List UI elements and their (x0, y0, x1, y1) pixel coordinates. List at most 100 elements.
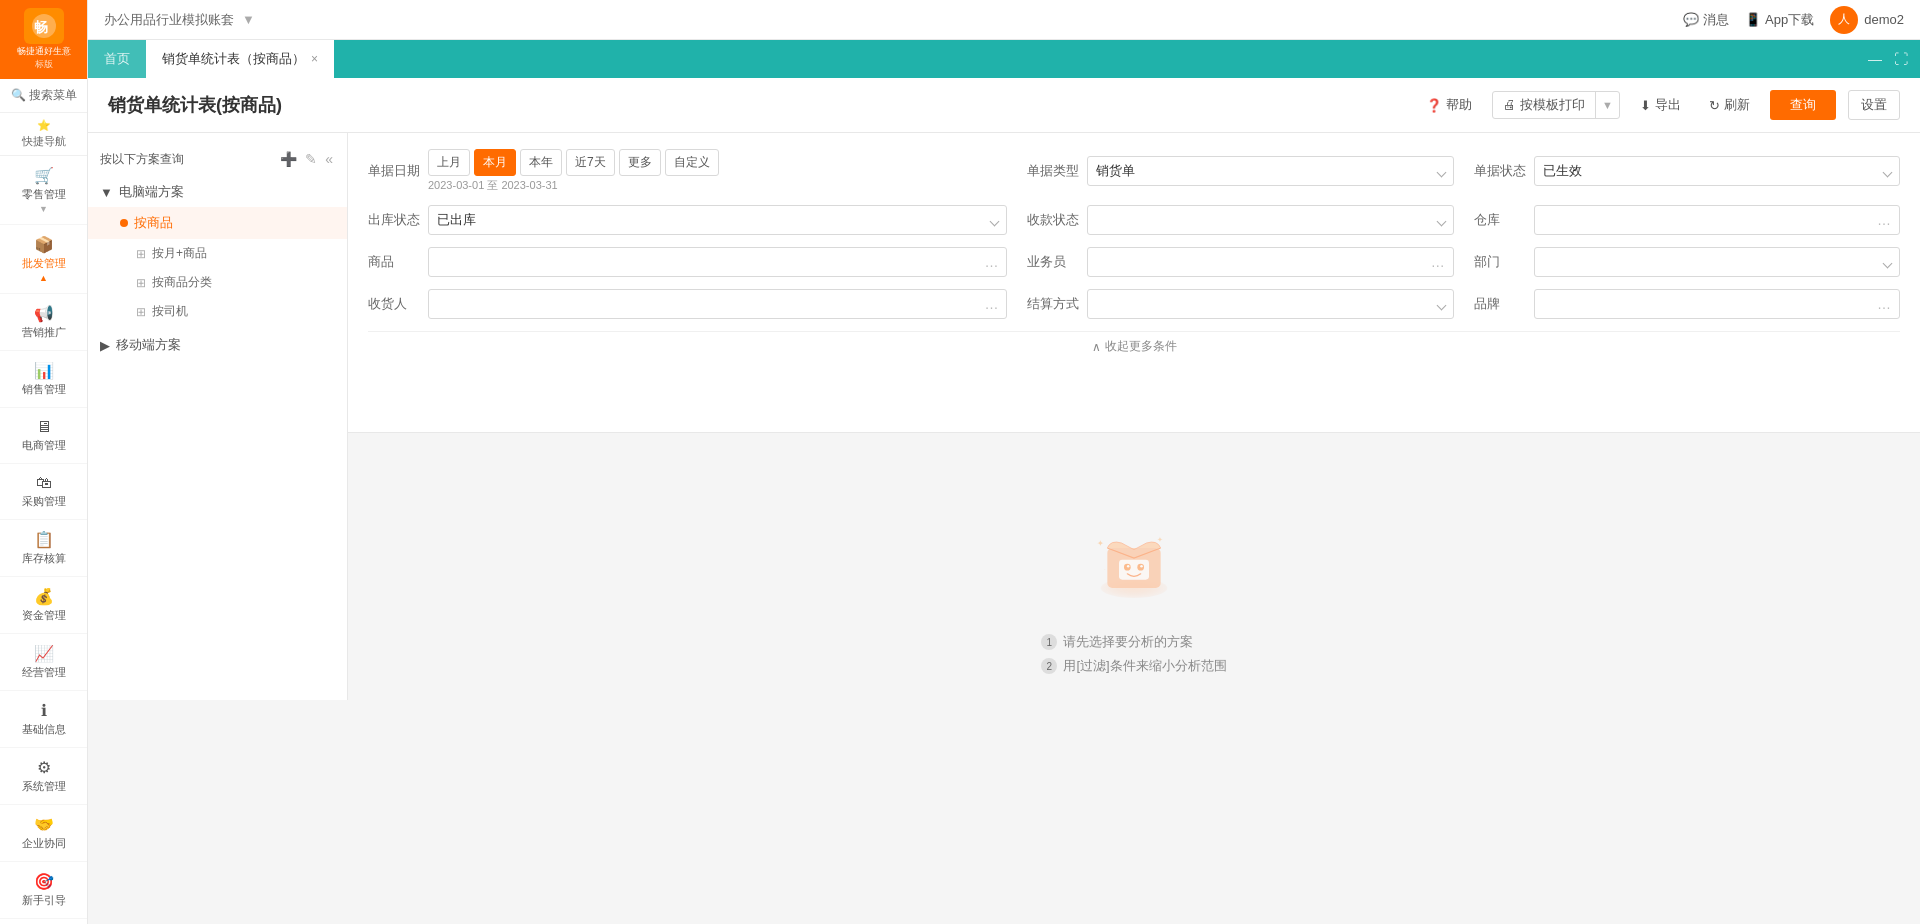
grid-icon-2: ⊞ (136, 276, 146, 290)
consignee-field: 收货人 … (368, 289, 1007, 319)
collapse-up-icon: ∧ (1092, 340, 1101, 354)
sales-label: 销售管理 (22, 382, 66, 397)
sidebar-item-wholesale[interactable]: 📦 批发管理 ▲ (0, 225, 87, 294)
date-last-month-btn[interactable]: 上月 (428, 149, 470, 176)
sidebar-item-marketing[interactable]: 📢 营销推广 (0, 294, 87, 351)
out-status-arrow (985, 213, 998, 228)
consignee-input[interactable]: … (428, 289, 1007, 319)
collapse-label: 收起更多条件 (1105, 338, 1177, 355)
doc-status-select[interactable]: 已生效 (1534, 156, 1900, 186)
active-tab-label: 销货单统计表（按商品） (162, 50, 305, 68)
brand-input[interactable]: … (1534, 289, 1900, 319)
scheme-item-by-goods[interactable]: 按商品 (88, 207, 347, 239)
sidebar-item-enterprise[interactable]: 🤝 企业协同 (0, 805, 87, 862)
basic-info-label: 基础信息 (22, 722, 66, 737)
svg-text:✦: ✦ (1097, 538, 1104, 548)
guide-label: 新手引导 (22, 893, 66, 908)
consignee-label: 收货人 (368, 295, 420, 313)
sidebar-item-inventory[interactable]: 📋 库存核算 (0, 520, 87, 577)
tab-active[interactable]: 销货单统计表（按商品） × (146, 40, 334, 78)
goods-input[interactable]: … (428, 247, 1007, 277)
collapse-sidebar-btn[interactable]: « (323, 149, 335, 169)
message-btn[interactable]: 💬 消息 (1683, 11, 1729, 29)
sidebar-item-sales[interactable]: 📊 销售管理 (0, 351, 87, 408)
collapse-btn[interactable]: ∧ 收起更多条件 (368, 331, 1900, 361)
settings-btn[interactable]: 设置 (1848, 90, 1900, 120)
payment-select[interactable] (1087, 205, 1453, 235)
sidebar-item-ecommerce[interactable]: 🖥 电商管理 (0, 408, 87, 464)
sidebar: 畅 畅捷通好生意 标版 🔍 搜索菜单 ⭐ 快捷导航 🛒 零售管理 ▼ 📦 批发管… (0, 0, 88, 924)
quick-nav[interactable]: ⭐ 快捷导航 (0, 113, 87, 156)
mobile-scheme-title[interactable]: ▶ 移动端方案 (88, 330, 347, 360)
app-download-btn[interactable]: 📱 App下载 (1745, 11, 1814, 29)
date-custom-btn[interactable]: 自定义 (665, 149, 719, 176)
logo-text: 畅捷通好生意 (17, 46, 71, 58)
help-btn[interactable]: ❓ 帮助 (1418, 92, 1480, 118)
sidebar-item-system[interactable]: ⚙ 系统管理 (0, 748, 87, 805)
help-icon: ❓ (1426, 98, 1442, 113)
print-dropdown-btn[interactable]: ▼ (1596, 95, 1619, 115)
settlement-select[interactable] (1087, 289, 1453, 319)
filter-sidebar-header: 按以下方案查询 ➕ ✎ « (88, 145, 347, 177)
date-this-year-btn[interactable]: 本年 (520, 149, 562, 176)
message-label: 消息 (1703, 11, 1729, 29)
edit-scheme-btn[interactable]: ✎ (303, 149, 319, 169)
ecommerce-icon: 🖥 (36, 418, 52, 436)
tab-fullscreen-btn[interactable]: ⛶ (1890, 47, 1912, 71)
user-profile-btn[interactable]: 人 demo2 (1830, 6, 1904, 34)
query-btn[interactable]: 查询 (1770, 90, 1836, 120)
purchase-label: 采购管理 (22, 494, 66, 509)
payment-field: 收款状态 (1027, 205, 1453, 235)
mobile-scheme-label: 移动端方案 (116, 336, 181, 354)
scheme-item-by-category[interactable]: ⊞ 按商品分类 (88, 268, 347, 297)
tab-home[interactable]: 首页 (88, 40, 146, 78)
sidebar-item-purchase[interactable]: 🛍 采购管理 (0, 464, 87, 520)
scheme-item-by-month-goods[interactable]: ⊞ 按月+商品 (88, 239, 347, 268)
pc-scheme-title[interactable]: ▼ 电脑端方案 (88, 177, 347, 207)
date-this-month-btn[interactable]: 本月 (474, 149, 516, 176)
warehouse-input[interactable]: … (1534, 205, 1900, 235)
workspace-name: 办公用品行业模拟账套 (104, 11, 234, 29)
download-icon: 📱 (1745, 12, 1761, 27)
logo[interactable]: 畅 畅捷通好生意 标版 (0, 0, 87, 79)
export-btn[interactable]: ⬇ 导出 (1632, 92, 1689, 118)
refresh-btn[interactable]: ↻ 刷新 (1701, 92, 1758, 118)
print-main-btn[interactable]: 🖨 按模板打印 (1493, 92, 1596, 118)
sidebar-item-finance[interactable]: 💰 资金管理 (0, 577, 87, 634)
sidebar-item-appstore[interactable]: 🔲 应用中心 (0, 919, 87, 924)
sidebar-item-basic-info[interactable]: ℹ 基础信息 (0, 691, 87, 748)
user-avatar: 人 (1830, 6, 1858, 34)
logo-subtitle: 标版 (35, 58, 53, 71)
export-label: 导出 (1655, 96, 1681, 114)
out-status-field: 出库状态 已出库 (368, 205, 1007, 235)
dept-select[interactable] (1534, 247, 1900, 277)
sidebar-item-guide[interactable]: 🎯 新手引导 (0, 862, 87, 919)
date-more-btn[interactable]: 更多 (619, 149, 661, 176)
out-status-select[interactable]: 已出库 (428, 205, 1007, 235)
search-menu[interactable]: 🔍 搜索菜单 (0, 79, 87, 113)
add-scheme-btn[interactable]: ➕ (278, 149, 299, 169)
tab-close-btn[interactable]: × (311, 52, 318, 66)
workspace-dropdown-icon[interactable]: ▼ (242, 12, 255, 27)
salesperson-input[interactable]: … (1087, 247, 1453, 277)
doc-type-arrow (1432, 164, 1445, 179)
warehouse-field: 仓库 … (1474, 205, 1900, 235)
salesperson-dots-btn[interactable]: … (1431, 254, 1445, 270)
sidebar-item-retail[interactable]: 🛒 零售管理 ▼ (0, 156, 87, 225)
scheme-header-label: 按以下方案查询 (100, 151, 184, 168)
user-name: demo2 (1864, 12, 1904, 27)
scheme-item-by-driver[interactable]: ⊞ 按司机 (88, 297, 347, 326)
doc-type-select[interactable]: 销货单 (1087, 156, 1453, 186)
filter-row-2: 出库状态 已出库 收款状态 (368, 205, 1900, 235)
active-dot (120, 219, 128, 227)
consignee-dots-btn[interactable]: … (984, 296, 998, 312)
warehouse-dots-btn[interactable]: … (1877, 212, 1891, 228)
salesperson-label: 业务员 (1027, 253, 1079, 271)
doc-type-label: 单据类型 (1027, 162, 1079, 180)
wholesale-arrow: ▲ (39, 273, 48, 283)
date-last7-btn[interactable]: 近7天 (566, 149, 615, 176)
goods-dots-btn[interactable]: … (984, 254, 998, 270)
tab-minimize-btn[interactable]: — (1864, 47, 1886, 71)
sidebar-item-operations[interactable]: 📈 经营管理 (0, 634, 87, 691)
brand-dots-btn[interactable]: … (1877, 296, 1891, 312)
